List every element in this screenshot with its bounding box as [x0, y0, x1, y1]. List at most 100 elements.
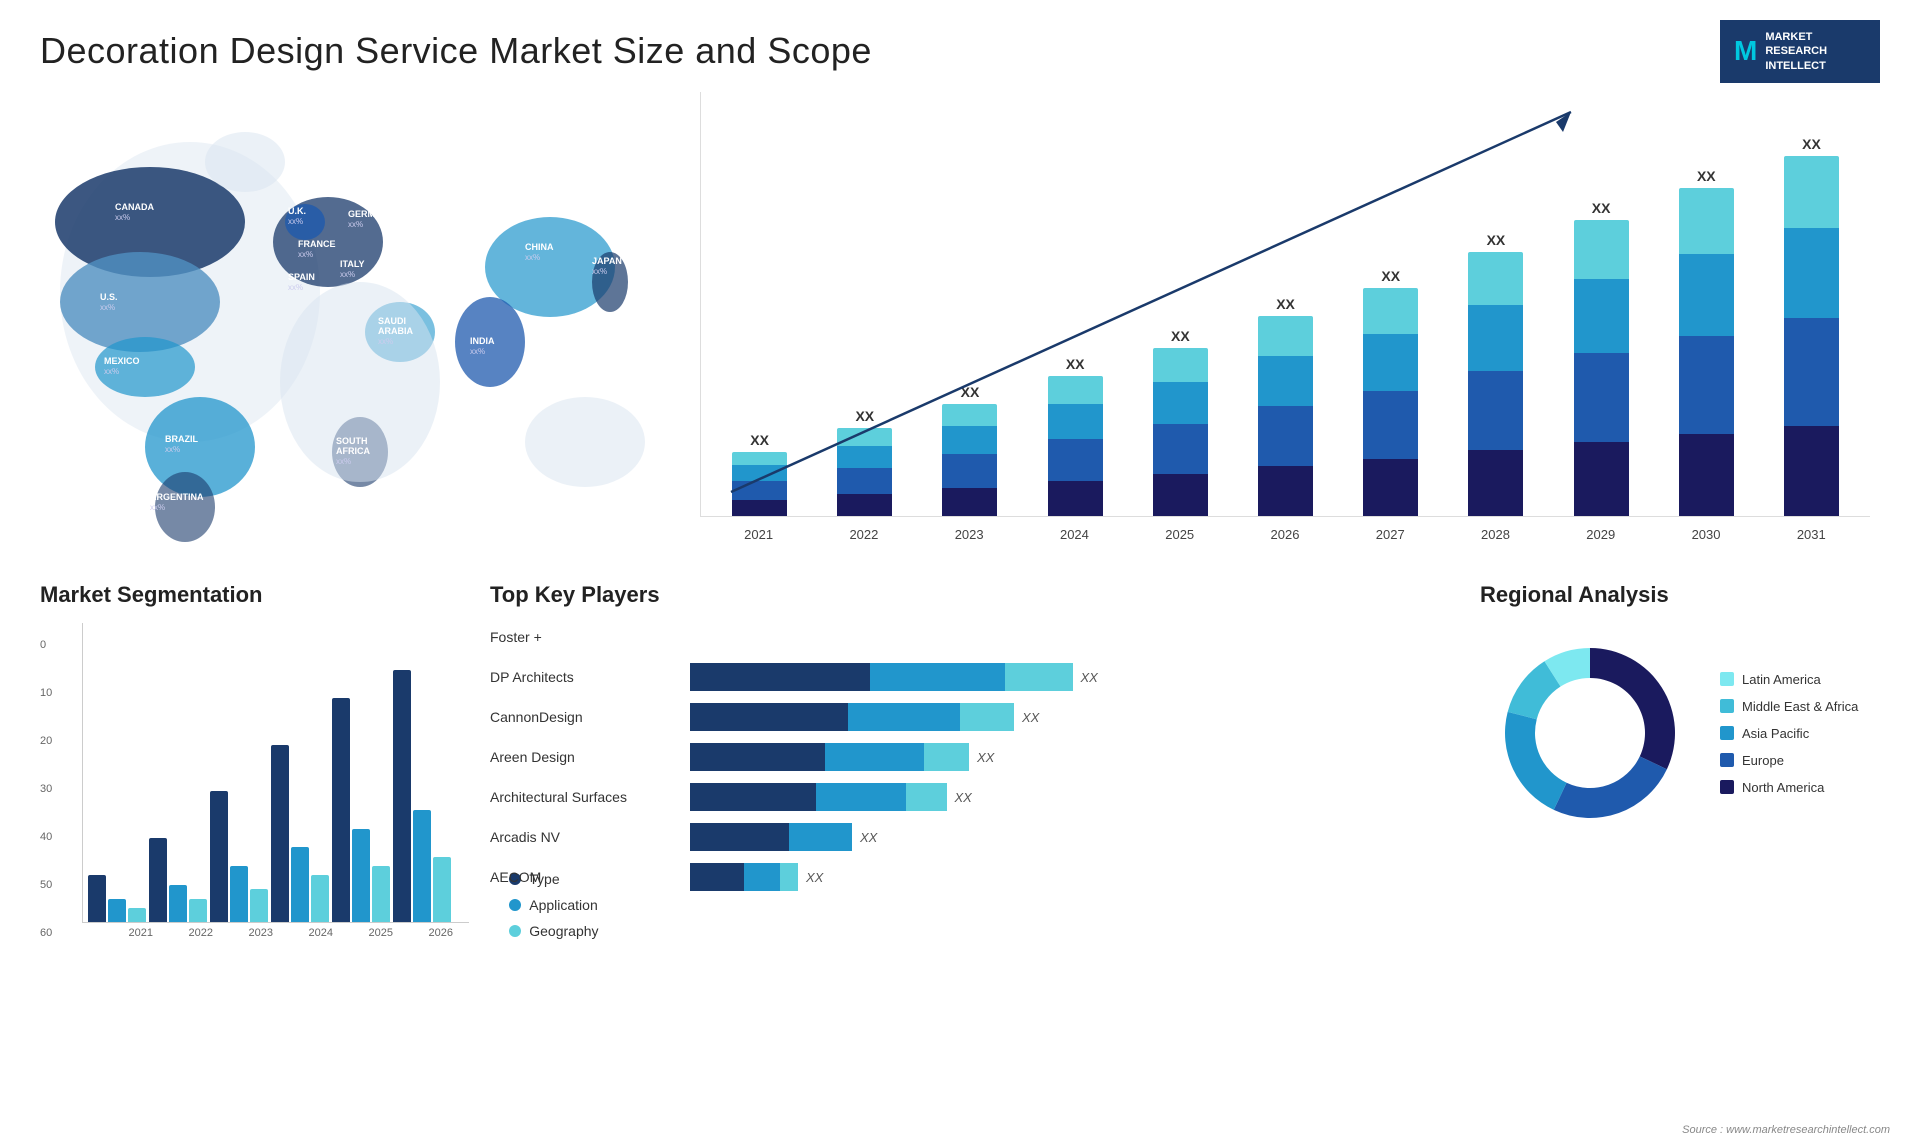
player-bar-seg — [848, 703, 961, 731]
barchart-x-label-2022: 2022 — [815, 527, 912, 542]
regional-section: Regional Analysis Latin AmericaMiddle Ea… — [1470, 572, 1890, 1052]
player-bar — [690, 783, 947, 811]
bar-seg — [732, 481, 787, 500]
reg-legend-dot — [1720, 672, 1734, 686]
players-title: Top Key Players — [490, 582, 1430, 608]
reg-legend-item-asia-pacific: Asia Pacific — [1720, 726, 1858, 741]
svg-text:xx%: xx% — [470, 347, 485, 356]
bar-seg — [1679, 254, 1734, 336]
seg-bar — [108, 899, 126, 922]
bar-seg — [1784, 228, 1839, 318]
player-bar-bg: XX — [690, 863, 1430, 891]
reg-legend-label: North America — [1742, 780, 1824, 795]
top-row: CANADA xx% U.S. xx% MEXICO xx% BRAZIL xx… — [30, 82, 1890, 552]
seg-bar — [352, 829, 370, 922]
main-content: CANADA xx% U.S. xx% MEXICO xx% BRAZIL xx… — [0, 82, 1920, 1148]
svg-text:SOUTH: SOUTH — [336, 436, 368, 446]
bar-seg — [1574, 279, 1629, 353]
svg-text:SAUDI: SAUDI — [378, 316, 406, 326]
barchart-right: XXXXXXXXXXXXXXXXXXXXXX 20212022202320242… — [700, 92, 1870, 542]
svg-text:U.S.: U.S. — [100, 292, 118, 302]
seg-x-label: 2026 — [412, 927, 469, 939]
player-bar-seg — [780, 863, 798, 891]
bar-seg — [942, 426, 997, 454]
player-bar-seg — [690, 783, 816, 811]
player-name: AECOM — [490, 869, 680, 885]
regional-title: Regional Analysis — [1480, 582, 1880, 608]
player-bar — [690, 743, 969, 771]
bar-seg — [1679, 434, 1734, 516]
player-bar-seg — [690, 743, 825, 771]
svg-text:xx%: xx% — [298, 250, 313, 259]
world-map-svg: CANADA xx% U.S. xx% MEXICO xx% BRAZIL xx… — [30, 82, 670, 552]
bar-column-2028: XX — [1447, 232, 1544, 516]
bar-column-2024: XX — [1027, 356, 1124, 516]
player-bar-seg — [906, 783, 947, 811]
player-bar-seg — [924, 743, 969, 771]
player-bar-seg — [690, 823, 789, 851]
bar-label-2025: XX — [1171, 328, 1190, 344]
player-value: XX — [806, 870, 823, 885]
seg-bar-group-0 — [88, 875, 146, 922]
bottom-row: Market Segmentation 6050403020100 202120… — [30, 572, 1890, 1052]
player-row: Architectural SurfacesXX — [490, 783, 1430, 811]
player-bar-seg — [744, 863, 780, 891]
svg-text:JAPAN: JAPAN — [592, 256, 622, 266]
player-bar — [690, 863, 798, 891]
bar-seg — [1784, 318, 1839, 426]
logo-line1: MARKET — [1765, 30, 1827, 44]
page-title: Decoration Design Service Market Size an… — [0, 0, 1920, 82]
svg-text:ARABIA: ARABIA — [378, 326, 413, 336]
seg-y-label: 10 — [40, 687, 52, 699]
bar-column-2029: XX — [1553, 200, 1650, 516]
seg-bar — [413, 810, 431, 922]
bar-seg — [1574, 442, 1629, 516]
bar-label-2030: XX — [1697, 168, 1716, 184]
player-bar-seg — [690, 663, 870, 691]
svg-text:U.K.: U.K. — [288, 206, 306, 216]
reg-legend-item-north-america: North America — [1720, 780, 1858, 795]
reg-legend-label: Asia Pacific — [1742, 726, 1809, 741]
player-bar — [690, 823, 852, 851]
barchart-x-label-2024: 2024 — [1026, 527, 1123, 542]
barchart-x-label-2028: 2028 — [1447, 527, 1544, 542]
bar-seg — [1363, 288, 1418, 334]
seg-bar — [250, 889, 268, 922]
player-name: CannonDesign — [490, 709, 680, 725]
seg-bar-group-2 — [210, 791, 268, 922]
svg-text:INDIA: INDIA — [470, 336, 495, 346]
bar-seg — [837, 468, 892, 494]
bar-label-2022: XX — [855, 408, 874, 424]
bar-seg — [1258, 356, 1313, 406]
barchart-x-label-2025: 2025 — [1131, 527, 1228, 542]
reg-legend-dot — [1720, 753, 1734, 767]
logo-line2: RESEARCH — [1765, 44, 1827, 58]
segmentation-section: Market Segmentation 6050403020100 202120… — [30, 572, 450, 1052]
barchart-x-label-2031: 2031 — [1763, 527, 1860, 542]
seg-bar — [433, 857, 451, 922]
seg-x-label: 2021 — [112, 927, 169, 939]
player-bar-seg — [1005, 663, 1073, 691]
barchart-x-label-2030: 2030 — [1657, 527, 1754, 542]
player-value: XX — [1081, 670, 1098, 685]
reg-legend-label: Latin America — [1742, 672, 1821, 687]
player-bar-bg: XX — [690, 823, 1430, 851]
bar-seg — [1363, 391, 1418, 459]
bar-seg — [732, 452, 787, 465]
seg-y-label: 0 — [40, 639, 52, 651]
logo-letter: M — [1734, 35, 1757, 67]
bar-label-2023: XX — [961, 384, 980, 400]
seg-y-label: 40 — [40, 831, 52, 843]
bar-label-2026: XX — [1276, 296, 1295, 312]
player-bar-seg — [960, 703, 1014, 731]
bar-seg — [1048, 376, 1103, 404]
seg-bar — [271, 745, 289, 922]
player-value: XX — [977, 750, 994, 765]
seg-bar — [230, 866, 248, 922]
barchart-x-label-2021: 2021 — [710, 527, 807, 542]
bar-seg — [1153, 424, 1208, 474]
seg-y-label: 50 — [40, 879, 52, 891]
reg-legend-label: Europe — [1742, 753, 1784, 768]
seg-bars — [82, 623, 469, 923]
bar-seg — [1574, 220, 1629, 279]
